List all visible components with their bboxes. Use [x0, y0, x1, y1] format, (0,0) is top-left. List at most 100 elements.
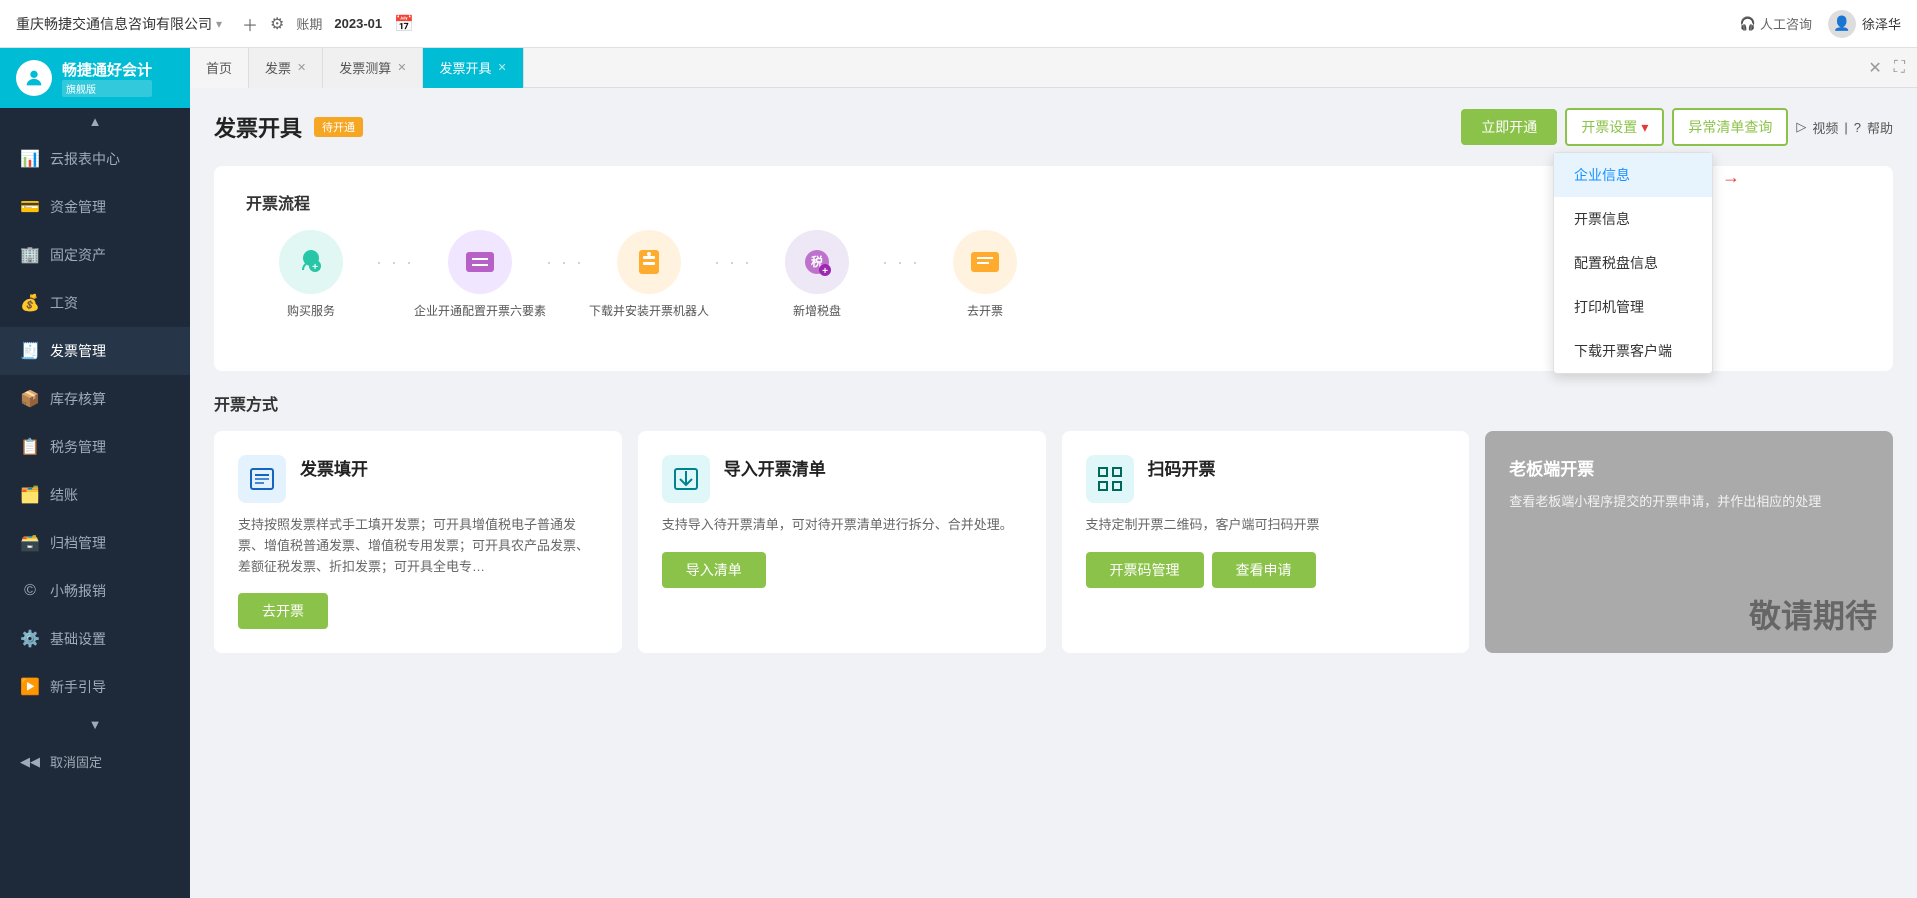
activate-button[interactable]: 立即开通 [1461, 109, 1557, 145]
tab-invoice-close[interactable]: ✕ [297, 61, 306, 74]
import-invoice-icon [662, 455, 710, 503]
main-layout: 畅捷通好会计 旗舰版 ▲ 📊 云报表中心 💳 资金管理 🏢 固定资产 💰 工资 … [0, 48, 1917, 898]
tab-invoice[interactable]: 发票 ✕ [249, 48, 323, 88]
fill-invoice-icon [238, 455, 286, 503]
sidebar-item-tax-mgmt[interactable]: 📋 税务管理 [0, 423, 190, 471]
sidebar-scroll-up[interactable]: ▲ [0, 108, 190, 135]
scan-invoice-desc: 支持定制开票二维码，客户端可扫码开票 [1086, 515, 1446, 536]
company-name[interactable]: 重庆畅捷交通信息咨询有限公司 ▾ [16, 14, 222, 34]
archive-icon: 🗃️ [20, 533, 40, 553]
methods-section-title: 开票方式 [214, 391, 1893, 415]
fill-invoice-desc: 支持按照发票样式手工填开发票；可开具增值税电子普通发票、增值税普通发票、增值税专… [238, 515, 598, 577]
calendar-icon[interactable]: 📅 [394, 14, 414, 34]
abnormal-button[interactable]: 异常清单查询 [1672, 108, 1788, 146]
consulting-button[interactable]: 🎧 人工咨询 [1740, 14, 1812, 33]
page-header: 发票开具 待开通 立即开通 开票设置 ▾ 异常清单查询 ▷ 视频 | ? 帮助 [214, 108, 1893, 146]
settings-gear-icon[interactable]: ⚙ [270, 14, 284, 34]
content-area: 首页 发票 ✕ 发票测算 ✕ 发票开具 ✕ ✕ ⛶ 发票开具 [190, 48, 1917, 898]
tab-invoice-calc-close[interactable]: ✕ [397, 61, 406, 74]
dropdown-tax-config[interactable]: 配置税盘信息 [1554, 241, 1712, 285]
tab-invoice-open[interactable]: 发票开具 ✕ [423, 48, 523, 88]
settings-chevron-icon: ▾ [1641, 119, 1648, 136]
methods-section: 开票方式 发票填开 支持按照发票样式手工填开发票；可开具增值税电子普通发票 [214, 391, 1893, 653]
flow-step-buy-service: + 购买服务 [246, 230, 376, 319]
sidebar-item-fund-mgmt[interactable]: 💳 资金管理 [0, 183, 190, 231]
dropdown-download-client[interactable]: 下载开票客户端 [1554, 329, 1712, 373]
status-badge: 待开通 [314, 117, 363, 137]
headset-icon: 🎧 [1740, 16, 1756, 32]
tax-mgmt-icon: 📋 [20, 437, 40, 457]
username-label: 徐泽华 [1862, 14, 1901, 33]
import-invoice-title: 导入开票清单 [724, 455, 826, 480]
cancel-pin-icon: ◀◀ [20, 754, 40, 770]
config-enterprise-icon [448, 230, 512, 294]
fill-invoice-title: 发票填开 [300, 455, 368, 480]
method-card-fill-invoice: 发票填开 支持按照发票样式手工填开发票；可开具增值税电子普通发票、增值税普通发票… [214, 431, 622, 653]
sidebar-item-invoice-mgmt[interactable]: 🧾 发票管理 [0, 327, 190, 375]
top-bar: 重庆畅捷交通信息咨询有限公司 ▾ ＋ ⚙ 账期 2023-01 📅 🎧 人工咨询… [0, 0, 1917, 48]
sidebar-item-salary[interactable]: 💰 工资 [0, 279, 190, 327]
add-taxdisk-icon: 税+ [785, 230, 849, 294]
avatar: 👤 [1828, 10, 1856, 38]
settle-icon: 🗂️ [20, 485, 40, 505]
fixed-assets-icon: 🏢 [20, 245, 40, 265]
page-title: 发票开具 [214, 111, 302, 143]
tab-invoice-open-close[interactable]: ✕ [498, 61, 507, 74]
tab-maximize-btn[interactable]: ⛶ [1890, 57, 1909, 79]
tab-invoice-calc[interactable]: 发票测算 ✕ [323, 48, 423, 88]
help-circle-icon: ? [1854, 120, 1861, 135]
flow-step-go-invoice: 去开票 [920, 230, 1050, 319]
fill-invoice-button[interactable]: 去开票 [238, 593, 328, 629]
top-bar-right: 🎧 人工咨询 👤 徐泽华 [1740, 10, 1901, 38]
sidebar-item-archive[interactable]: 🗃️ 归档管理 [0, 519, 190, 567]
import-invoice-button[interactable]: 导入清单 [662, 552, 766, 588]
scan-invoice-buttons: 开票码管理 查看申请 [1086, 552, 1446, 588]
scan-invoice-code-btn[interactable]: 开票码管理 [1086, 552, 1204, 588]
buy-service-icon: + [279, 230, 343, 294]
import-invoice-header: 导入开票清单 [662, 455, 1022, 503]
boss-invoice-header: 老板端开票 [1509, 455, 1869, 480]
tab-bar: 首页 发票 ✕ 发票测算 ✕ 发票开具 ✕ ✕ ⛶ [190, 48, 1917, 88]
tab-close-btn[interactable]: ✕ [1864, 56, 1885, 80]
sidebar-scroll-down[interactable]: ▼ [0, 711, 190, 738]
inventory-icon: 📦 [20, 389, 40, 409]
company-chevron-icon: ▾ [216, 17, 222, 31]
settings-dropdown: 企业信息 → 开票信息 配置税盘信息 打印机管理 下 [1553, 152, 1713, 374]
flow-connector-3: · · · [714, 252, 752, 273]
play-circle-icon[interactable]: ▷ [1796, 119, 1806, 135]
dropdown-printer-mgmt[interactable]: 打印机管理 [1554, 285, 1712, 329]
invoice-mgmt-icon: 🧾 [20, 341, 40, 361]
tab-home[interactable]: 首页 [190, 48, 249, 88]
sidebar-item-settle[interactable]: 🗂️ 结账 [0, 471, 190, 519]
sidebar-item-cancel-pin[interactable]: ◀◀ 取消固定 [0, 738, 190, 785]
dropdown-invoice-info[interactable]: 开票信息 [1554, 197, 1712, 241]
scan-invoice-apply-btn[interactable]: 查看申请 [1212, 552, 1316, 588]
boss-invoice-overlay-text: 敬请期待 [1749, 591, 1877, 637]
help-section: ▷ 视频 | ? 帮助 [1796, 118, 1893, 137]
sidebar-item-fixed-assets[interactable]: 🏢 固定资产 [0, 231, 190, 279]
period-label: 账期 [296, 14, 322, 33]
sidebar-logo: 畅捷通好会计 旗舰版 [0, 48, 190, 108]
download-robot-icon [617, 230, 681, 294]
new-guide-icon: ▶️ [20, 677, 40, 697]
add-company-icon[interactable]: ＋ [242, 12, 258, 36]
svg-text:+: + [822, 266, 828, 277]
scan-invoice-icon [1086, 455, 1134, 503]
fill-invoice-header: 发票填开 [238, 455, 598, 503]
sidebar: 畅捷通好会计 旗舰版 ▲ 📊 云报表中心 💳 资金管理 🏢 固定资产 💰 工资 … [0, 48, 190, 898]
header-actions: 立即开通 开票设置 ▾ 异常清单查询 ▷ 视频 | ? 帮助 [1461, 108, 1893, 146]
top-bar-actions: ＋ ⚙ 账期 2023-01 📅 [242, 12, 414, 36]
dropdown-company-info[interactable]: 企业信息 → [1554, 153, 1712, 197]
boss-invoice-title: 老板端开票 [1509, 455, 1594, 480]
sidebar-item-cloud-report[interactable]: 📊 云报表中心 [0, 135, 190, 183]
sidebar-item-settings[interactable]: ⚙️ 基础设置 [0, 615, 190, 663]
settings-button[interactable]: 开票设置 ▾ [1565, 108, 1664, 146]
scan-invoice-title: 扫码开票 [1148, 455, 1216, 480]
method-card-boss-invoice: 老板端开票 查看老板端小程序提交的开票申请，并作出相应的处理 敬请期待 [1485, 431, 1893, 653]
sidebar-item-new-guide[interactable]: ▶️ 新手引导 [0, 663, 190, 711]
flow-connector-2: · · · [546, 252, 584, 273]
cloud-report-icon: 📊 [20, 149, 40, 169]
import-invoice-desc: 支持导入待开票清单，可对待开票清单进行拆分、合并处理。 [662, 515, 1022, 536]
sidebar-item-xiaochang[interactable]: © 小畅报销 [0, 567, 190, 615]
sidebar-item-inventory[interactable]: 📦 库存核算 [0, 375, 190, 423]
